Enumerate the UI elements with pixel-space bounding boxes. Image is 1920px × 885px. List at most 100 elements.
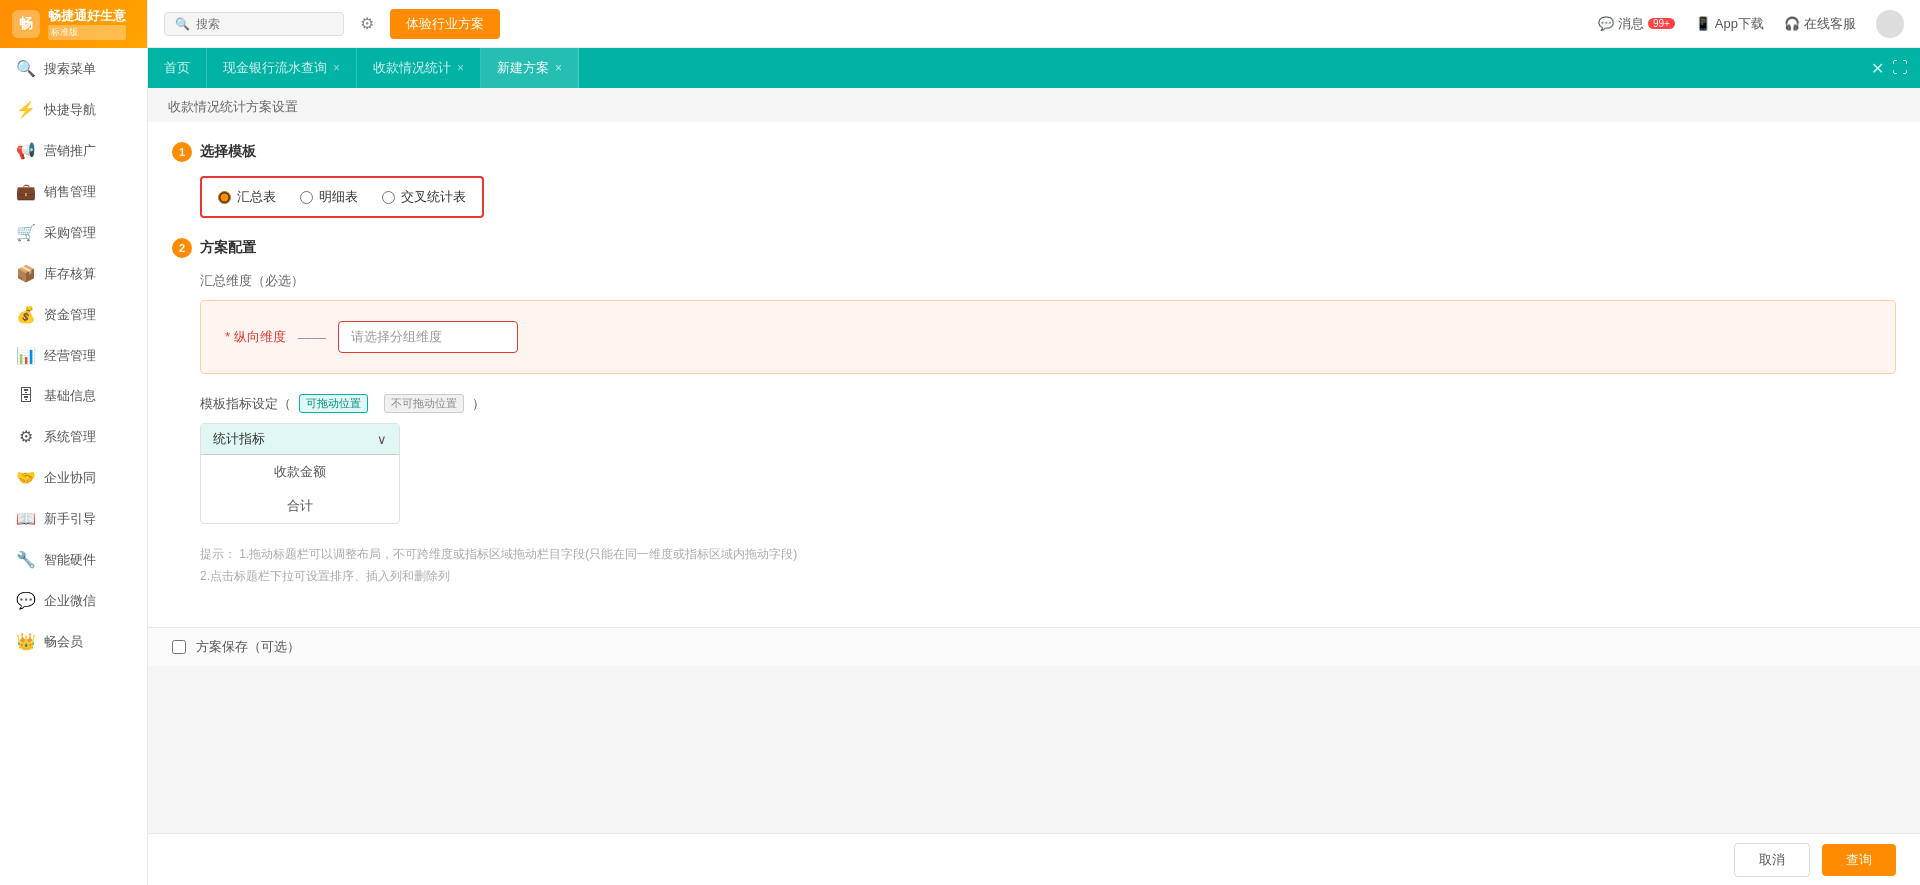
tips-area: 提示： 1.拖动标题栏可以调整布局，不可跨维度或指标区域拖动栏目字段(只能在同一… — [200, 544, 1896, 587]
tab-controls: ✕ ⛶ — [1859, 59, 1920, 78]
sidebar-icon-13: 💬 — [16, 591, 36, 610]
sidebar-item-3[interactable]: 💼 销售管理 — [0, 171, 147, 212]
tab-close-2[interactable]: × — [457, 62, 464, 74]
step2-header: 2 方案配置 — [172, 238, 1896, 258]
radio-option-detail[interactable]: 明细表 — [300, 188, 358, 206]
sidebar-item-6[interactable]: 💰资金管理 — [0, 294, 147, 335]
tab-item-0[interactable]: 首页 — [148, 48, 207, 88]
radio-label-summary: 汇总表 — [237, 188, 276, 206]
headset-icon: 🎧 — [1784, 16, 1800, 31]
sidebar-label-14: 畅会员 — [44, 633, 83, 651]
sidebar-icon-1: ⚡ — [16, 100, 36, 119]
sidebar-icon-9: ⚙ — [16, 427, 36, 446]
sidebar-item-5[interactable]: 📦库存核算 — [0, 253, 147, 294]
radio-option-cross[interactable]: 交叉统计表 — [382, 188, 466, 206]
sidebar: 畅 畅捷通好生意 标准版 🔍搜索菜单⚡快捷导航📢营销推广 💼 销售管理 🛒采购管理📦库… — [0, 0, 148, 885]
message-item[interactable]: 💬 消息 99+ — [1598, 15, 1675, 33]
sidebar-label-6: 资金管理 — [44, 306, 96, 324]
sidebar-item-4[interactable]: 🛒采购管理 — [0, 212, 147, 253]
dimension-select[interactable]: 请选择分组维度 — [338, 321, 518, 353]
tab-label-3: 新建方案 — [497, 59, 549, 77]
cancel-button[interactable]: 取消 — [1734, 843, 1810, 877]
step2-section: 2 方案配置 汇总维度（必选） * 纵向维度 —— 请选择分组维度 — [172, 238, 1896, 587]
topbar-right: 💬 消息 99+ 📱 App下载 🎧 在线客服 — [1598, 10, 1904, 38]
metrics-title-row: 模板指标设定（ 可拖动位置 不可拖动位置 ） — [200, 394, 1896, 413]
step2-number: 2 — [172, 238, 192, 258]
breadcrumb: 收款情况统计方案设置 — [168, 99, 298, 114]
tab-label-2: 收款情况统计 — [373, 59, 451, 77]
metric-item2: 合计 — [201, 489, 399, 523]
sidebar-icon-14: 👑 — [16, 632, 36, 651]
radio-option-summary[interactable]: 汇总表 — [218, 188, 276, 206]
page-header: 收款情况统计方案设置 — [148, 88, 1920, 122]
radio-input-detail[interactable] — [300, 191, 313, 204]
metrics-section: 模板指标设定（ 可拖动位置 不可拖动位置 ） 统计指标 ∨ 收款金额 — [200, 394, 1896, 524]
sidebar-icon-5: 📦 — [16, 264, 36, 283]
metric-item1: 收款金额 — [201, 455, 399, 489]
sidebar-item-12[interactable]: 🔧 智能硬件 — [0, 539, 147, 580]
download-item[interactable]: 📱 App下载 — [1695, 15, 1764, 33]
sidebar-icon-12: 🔧 — [16, 550, 36, 569]
sidebar-item-11[interactable]: 📖新手引导 — [0, 498, 147, 539]
search-input[interactable] — [196, 17, 326, 31]
sidebar-icon-3: 💼 — [16, 182, 36, 201]
sidebar-item-14[interactable]: 👑 畅会员 — [0, 621, 147, 662]
tabbar: 首页现金银行流水查询 × 收款情况统计 × 新建方案 × ✕ ⛶ — [148, 48, 1920, 88]
service-item[interactable]: 🎧 在线客服 — [1784, 15, 1856, 33]
tab-label-1: 现金银行流水查询 — [223, 59, 327, 77]
tip-0: 提示： 1.拖动标题栏可以调整布局，不可跨维度或指标区域拖动栏目字段(只能在同一… — [200, 544, 1896, 566]
draggable-badge: 可拖动位置 — [299, 394, 368, 413]
step1-title: 选择模板 — [200, 143, 256, 161]
vertical-label: * 纵向维度 — [225, 328, 286, 346]
query-button[interactable]: 查询 — [1822, 844, 1896, 876]
sidebar-label-8: 基础信息 — [44, 387, 96, 405]
sidebar-item-0[interactable]: 🔍搜索菜单 — [0, 48, 147, 89]
sidebar-item-8[interactable]: 🗄基础信息 — [0, 376, 147, 416]
close-window-icon[interactable]: ✕ — [1871, 59, 1884, 78]
dropdown-arrow-icon[interactable]: ∨ — [377, 432, 387, 447]
sidebar-icon-2: 📢 — [16, 141, 36, 160]
save-area: 方案保存（可选） — [148, 627, 1920, 666]
topbar-search-wrapper[interactable]: 🔍 — [164, 12, 344, 36]
tab-close-1[interactable]: × — [333, 62, 340, 74]
sidebar-label-3: 销售管理 — [44, 183, 96, 201]
dimension-row: * 纵向维度 —— 请选择分组维度 — [225, 321, 1871, 353]
radio-label-detail: 明细表 — [319, 188, 358, 206]
metrics-table: 统计指标 ∨ 收款金额 合计 — [200, 423, 400, 524]
sidebar-label-12: 智能硬件 — [44, 551, 96, 569]
radio-input-cross[interactable] — [382, 191, 395, 204]
main-content: 🔍 ⚙ 体验行业方案 💬 消息 99+ 📱 App下载 🎧 在线客服 首页现金银… — [148, 0, 1920, 885]
sidebar-item-13[interactable]: 💬 企业微信 — [0, 580, 147, 621]
radio-label-cross: 交叉统计表 — [401, 188, 466, 206]
logo-icon: 畅 — [12, 10, 40, 38]
sidebar-item-2[interactable]: 📢营销推广 — [0, 130, 147, 171]
radio-input-summary[interactable] — [218, 191, 231, 204]
topbar: 🔍 ⚙ 体验行业方案 💬 消息 99+ 📱 App下载 🎧 在线客服 — [148, 0, 1920, 48]
sidebar-item-1[interactable]: ⚡快捷导航 — [0, 89, 147, 130]
avatar[interactable] — [1876, 10, 1904, 38]
sidebar-label-10: 企业协同 — [44, 469, 96, 487]
industry-btn[interactable]: 体验行业方案 — [390, 9, 500, 39]
tab-item-2[interactable]: 收款情况统计 × — [357, 48, 481, 88]
tab-close-3[interactable]: × — [555, 62, 562, 74]
sidebar-label-13: 企业微信 — [44, 592, 96, 610]
step1-number: 1 — [172, 142, 192, 162]
footer-bar: 取消 查询 — [148, 833, 1920, 885]
app-name: 畅捷通好生意 — [48, 8, 126, 24]
sidebar-icon-10: 🤝 — [16, 468, 36, 487]
sidebar-item-9[interactable]: ⚙系统管理 — [0, 416, 147, 457]
step1-section: 1 选择模板 汇总表 明细表 交叉统计表 — [172, 142, 1896, 218]
sidebar-nav: 🔍搜索菜单⚡快捷导航📢营销推广 💼 销售管理 🛒采购管理📦库存核算💰资金管理📊经营管理… — [0, 48, 147, 885]
sidebar-label-0: 搜索菜单 — [44, 60, 96, 78]
sidebar-icon-11: 📖 — [16, 509, 36, 528]
tab-item-1[interactable]: 现金银行流水查询 × — [207, 48, 357, 88]
sidebar-item-10[interactable]: 🤝 企业协同 — [0, 457, 147, 498]
tab-item-3[interactable]: 新建方案 × — [481, 48, 579, 88]
sidebar-logo: 畅 畅捷通好生意 标准版 — [0, 0, 147, 48]
metrics-header: 统计指标 ∨ — [201, 424, 399, 455]
save-checkbox[interactable] — [172, 640, 186, 654]
sidebar-item-7[interactable]: 📊经营管理 — [0, 335, 147, 376]
maximize-icon[interactable]: ⛶ — [1892, 59, 1908, 77]
gear-icon[interactable]: ⚙ — [360, 14, 374, 33]
dimension-area: * 纵向维度 —— 请选择分组维度 — [200, 300, 1896, 374]
